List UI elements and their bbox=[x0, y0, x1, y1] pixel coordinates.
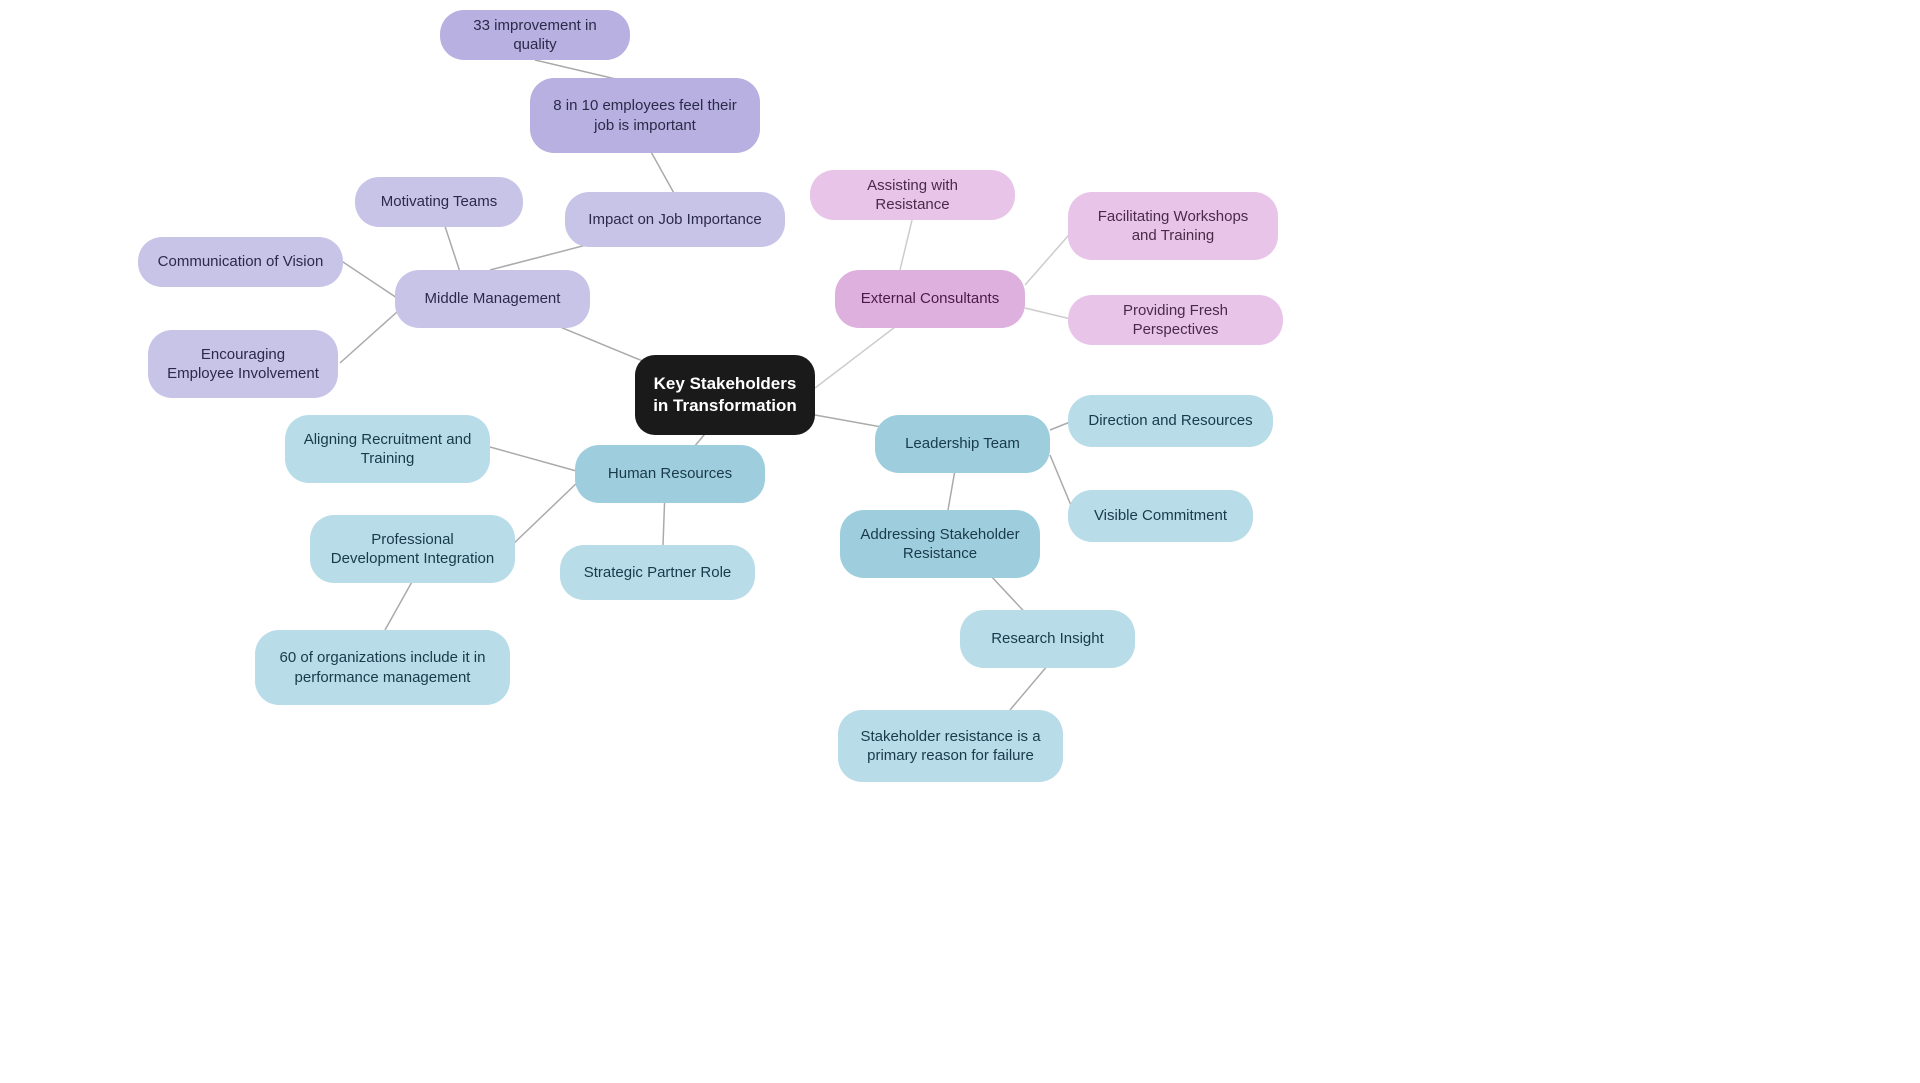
node-visible-commit: Visible Commitment bbox=[1068, 490, 1253, 542]
node-research-insight: Research Insight bbox=[960, 610, 1135, 668]
node-visible-commit-label: Visible Commitment bbox=[1094, 506, 1227, 526]
node-comm-vision-label: Communication of Vision bbox=[158, 252, 324, 272]
node-fresh-perspectives-label: Providing Fresh Perspectives bbox=[1086, 301, 1265, 340]
node-motivating-teams-label: Motivating Teams bbox=[381, 192, 497, 212]
node-align-recruit-label: Aligning Recruitment and Training bbox=[303, 430, 472, 469]
node-strategic-partner: Strategic Partner Role bbox=[560, 545, 755, 600]
node-middle-management-label: Middle Management bbox=[425, 289, 561, 309]
center-label: Key Stakeholders in Transformation bbox=[653, 373, 797, 417]
node-human-resources: Human Resources bbox=[575, 445, 765, 503]
node-quality-label: 33 improvement in quality bbox=[458, 16, 612, 55]
node-leadership-team-label: Leadership Team bbox=[905, 434, 1020, 454]
node-align-recruit: Aligning Recruitment and Training bbox=[285, 415, 490, 483]
node-job-importance-label: Impact on Job Importance bbox=[588, 210, 761, 230]
center-node: Key Stakeholders in Transformation bbox=[635, 355, 815, 435]
node-assist-resistance: Assisting with Resistance bbox=[810, 170, 1015, 220]
node-strategic-partner-label: Strategic Partner Role bbox=[584, 563, 732, 583]
node-leadership-team: Leadership Team bbox=[875, 415, 1050, 473]
node-facilitating: Facilitating Workshops and Training bbox=[1068, 192, 1278, 260]
node-employees-label: 8 in 10 employees feel their job is impo… bbox=[548, 96, 742, 135]
node-dir-resources-label: Direction and Resources bbox=[1088, 411, 1252, 431]
node-address-stakeholder-label: Addressing Stakeholder Resistance bbox=[858, 525, 1022, 564]
node-sixty-orgs: 60 of organizations include it in perfor… bbox=[255, 630, 510, 705]
node-assist-resistance-label: Assisting with Resistance bbox=[828, 176, 997, 215]
node-motivating-teams: Motivating Teams bbox=[355, 177, 523, 227]
node-enc-employee: Encouraging Employee Involvement bbox=[148, 330, 338, 398]
node-address-stakeholder: Addressing Stakeholder Resistance bbox=[840, 510, 1040, 578]
node-dir-resources: Direction and Resources bbox=[1068, 395, 1273, 447]
node-quality: 33 improvement in quality bbox=[440, 10, 630, 60]
node-comm-vision: Communication of Vision bbox=[138, 237, 343, 287]
node-research-insight-label: Research Insight bbox=[991, 629, 1104, 649]
node-facilitating-label: Facilitating Workshops and Training bbox=[1086, 207, 1260, 246]
node-stakeholder-resistance-label: Stakeholder resistance is a primary reas… bbox=[856, 727, 1045, 766]
node-sixty-orgs-label: 60 of organizations include it in perfor… bbox=[273, 648, 492, 687]
node-middle-management: Middle Management bbox=[395, 270, 590, 328]
node-prof-dev: Professional Development Integration bbox=[310, 515, 515, 583]
node-enc-employee-label: Encouraging Employee Involvement bbox=[166, 345, 320, 384]
node-human-resources-label: Human Resources bbox=[608, 464, 732, 484]
node-stakeholder-resistance: Stakeholder resistance is a primary reas… bbox=[838, 710, 1063, 782]
node-ext-consultants-label: External Consultants bbox=[861, 289, 999, 309]
node-job-importance: Impact on Job Importance bbox=[565, 192, 785, 247]
node-employees: 8 in 10 employees feel their job is impo… bbox=[530, 78, 760, 153]
node-ext-consultants: External Consultants bbox=[835, 270, 1025, 328]
node-prof-dev-label: Professional Development Integration bbox=[328, 530, 497, 569]
node-fresh-perspectives: Providing Fresh Perspectives bbox=[1068, 295, 1283, 345]
